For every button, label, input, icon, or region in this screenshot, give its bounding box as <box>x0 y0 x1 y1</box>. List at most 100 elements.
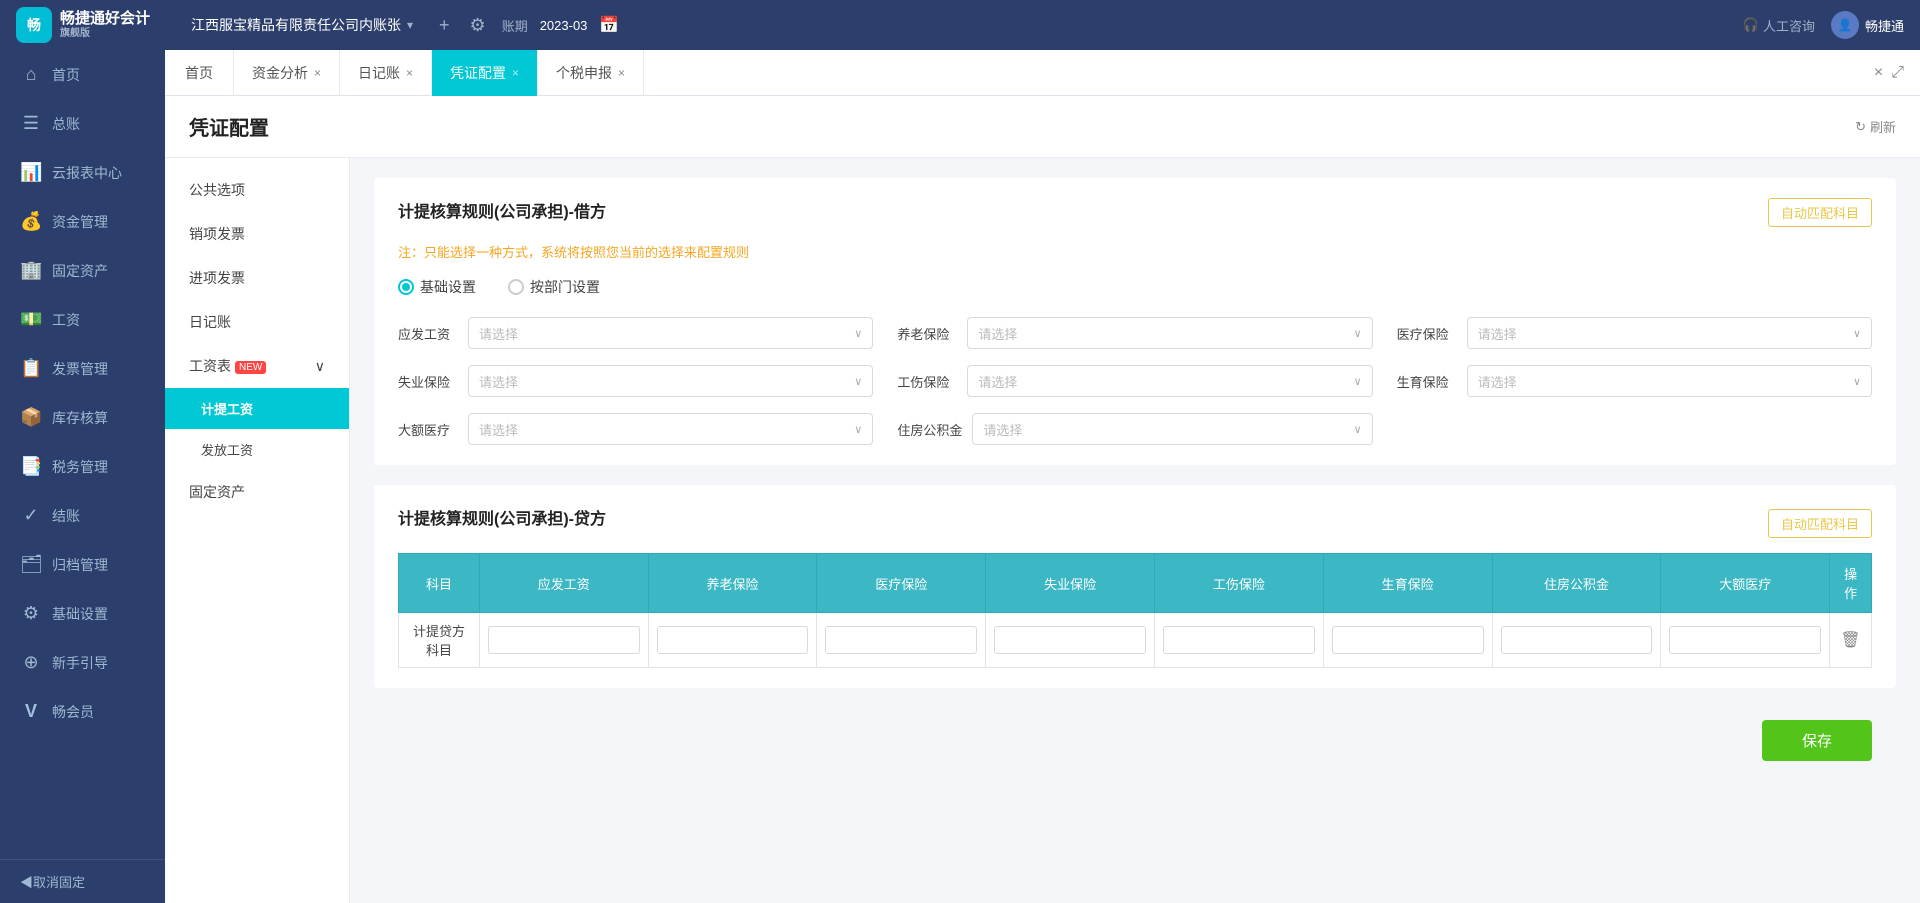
field-injury: 工伤保险 请选择 ∨ <box>897 365 1372 397</box>
cell-injury-input[interactable] <box>1155 613 1324 668</box>
sidebar-label-assets: 固定资产 <box>52 261 108 281</box>
sidebar-item-home[interactable]: ⌂ 首页 <box>0 50 165 99</box>
tab-diary[interactable]: 日记账 × <box>340 50 432 96</box>
field-maternity: 生育保险 请选择 ∨ <box>1397 365 1872 397</box>
sidebar-item-inventory[interactable]: 📦 库存核算 <box>0 393 165 442</box>
sidebar-item-ledger[interactable]: ☰ 总账 <box>0 99 165 148</box>
field-housing-fund: 住房公积金 请选择 ∨ <box>897 413 1372 445</box>
form-grid: 应发工资 请选择 ∨ 养老保险 请选择 ∨ <box>398 317 1872 445</box>
sidebar-item-fund[interactable]: 💰 资金管理 <box>0 197 165 246</box>
tab-fund-analysis-close[interactable]: × <box>314 66 321 80</box>
col-gross: 应发工资 <box>479 554 648 613</box>
menu-item-fixed-assets[interactable]: 固定资产 <box>165 470 349 514</box>
debit-auto-match-button[interactable]: 自动匹配科目 <box>1768 198 1872 227</box>
company-selector[interactable]: 江西服宝精品有限责任公司内账张 ▾ <box>181 11 423 39</box>
sidebar-item-archive[interactable]: 🗂 归档管理 <box>0 540 165 589</box>
main-layout: ⌂ 首页 ☰ 总账 📊 云报表中心 💰 资金管理 🏢 固定资产 💵 工资 📋 发… <box>0 50 1920 903</box>
tab-fund-analysis-label: 资金分析 <box>252 63 308 83</box>
sidebar-item-close[interactable]: ✓ 结账 <box>0 491 165 540</box>
refresh-button[interactable]: ↻ 刷新 <box>1855 117 1896 136</box>
select-medical[interactable]: 请选择 ∨ <box>1467 317 1872 349</box>
menu-sub-item-accrual[interactable]: 计提工资 <box>165 388 349 429</box>
input-pension[interactable] <box>657 626 809 654</box>
tab-bar: 首页 资金分析 × 日记账 × 凭证配置 × 个税申报 × × ⤢ <box>165 50 1920 96</box>
sidebar-item-invoice[interactable]: 📋 发票管理 <box>0 344 165 393</box>
tab-home-label: 首页 <box>185 63 213 83</box>
input-injury[interactable] <box>1163 626 1315 654</box>
sidebar-item-salary[interactable]: 💵 工资 <box>0 295 165 344</box>
cell-major-medical-input[interactable] <box>1661 613 1830 668</box>
sidebar-label-guide: 新手引导 <box>52 653 108 673</box>
input-maternity[interactable] <box>1332 626 1484 654</box>
avatar: 👤 <box>1831 11 1859 39</box>
menu-item-diary[interactable]: 日记账 <box>165 300 349 344</box>
select-pension[interactable]: 请选择 ∨ <box>967 317 1372 349</box>
save-button[interactable]: 保存 <box>1762 720 1872 761</box>
sidebar-label-archive: 归档管理 <box>52 555 108 575</box>
headset-icon: 🎧 <box>1743 17 1759 33</box>
select-major-medical[interactable]: 请选择 ∨ <box>468 413 873 445</box>
cell-pension-input[interactable] <box>648 613 817 668</box>
cell-maternity-input[interactable] <box>1323 613 1492 668</box>
sidebar-label-salary: 工资 <box>52 310 80 330</box>
sidebar-item-assets[interactable]: 🏢 固定资产 <box>0 246 165 295</box>
menu-item-public[interactable]: 公共选项 <box>165 168 349 212</box>
select-injury[interactable]: 请选择 ∨ <box>967 365 1372 397</box>
sidebar-item-tax[interactable]: 📑 税务管理 <box>0 442 165 491</box>
cancel-fix-button[interactable]: ◀取消固定 <box>0 859 165 903</box>
company-name: 江西服宝精品有限责任公司内账张 <box>191 15 401 35</box>
tab-voucher-config-close[interactable]: × <box>512 66 519 80</box>
settings-icon[interactable]: ⚙ <box>466 11 490 40</box>
delete-row-icon[interactable]: 🗑 <box>1840 632 1860 649</box>
chevron-medical-icon: ∨ <box>1853 327 1861 340</box>
chevron-down-icon: ▾ <box>407 18 413 32</box>
add-button[interactable]: + <box>435 11 454 40</box>
select-gross-salary[interactable]: 请选择 ∨ <box>468 317 873 349</box>
input-housing[interactable] <box>1501 626 1653 654</box>
calendar-icon[interactable]: 📅 <box>599 15 619 35</box>
credit-auto-match-button[interactable]: 自动匹配科目 <box>1768 509 1872 538</box>
tab-tax-close[interactable]: × <box>618 66 625 80</box>
left-menu: 公共选项 销项发票 进项发票 日记账 工资表NEW ∨ 计提工资 发放工资 固定… <box>165 158 350 903</box>
menu-item-sales-invoice[interactable]: 销项发票 <box>165 212 349 256</box>
content-area: 首页 资金分析 × 日记账 × 凭证配置 × 个税申报 × × ⤢ <box>165 50 1920 903</box>
home-icon: ⌂ <box>20 64 42 85</box>
cell-unemployment-input[interactable] <box>986 613 1155 668</box>
sidebar-item-vip[interactable]: V 畅会员 <box>0 687 165 736</box>
tab-fund-analysis[interactable]: 资金分析 × <box>234 50 340 96</box>
tab-diary-close[interactable]: × <box>406 66 413 80</box>
cancel-fix-label: ◀取消固定 <box>20 872 85 891</box>
menu-group-payroll-header[interactable]: 工资表NEW ∨ <box>165 344 349 388</box>
cell-medical-input[interactable] <box>817 613 986 668</box>
select-housing-fund[interactable]: 请选择 ∨ <box>972 413 1372 445</box>
tab-voucher-config[interactable]: 凭证配置 × <box>432 50 538 96</box>
menu-sub-item-pay[interactable]: 发放工资 <box>165 429 349 470</box>
sidebar-item-report[interactable]: 📊 云报表中心 <box>0 148 165 197</box>
menu-item-purchase-invoice[interactable]: 进项发票 <box>165 256 349 300</box>
radio-dept[interactable]: 按部门设置 <box>508 277 600 297</box>
cell-delete[interactable]: 🗑 <box>1830 613 1872 668</box>
expand-button[interactable]: ⤢ <box>1891 64 1904 82</box>
sidebar-label-close: 结账 <box>52 506 80 526</box>
cell-housing-input[interactable] <box>1492 613 1661 668</box>
user-area[interactable]: 👤 畅捷通 <box>1831 11 1904 39</box>
close-all-button[interactable]: × <box>1874 64 1883 82</box>
select-maternity[interactable]: 请选择 ∨ <box>1467 365 1872 397</box>
sidebar-item-basic[interactable]: ⚙ 基础设置 <box>0 589 165 638</box>
sidebar-item-guide[interactable]: ⊕ 新手引导 <box>0 638 165 687</box>
save-bar: 保存 <box>374 708 1896 773</box>
col-action: 操作 <box>1830 554 1872 613</box>
input-major-medical[interactable] <box>1669 626 1821 654</box>
radio-basic[interactable]: 基础设置 <box>398 277 476 297</box>
cell-gross-input[interactable] <box>479 613 648 668</box>
input-gross[interactable] <box>488 626 640 654</box>
tab-tax[interactable]: 个税申报 × <box>538 50 644 96</box>
input-unemployment[interactable] <box>994 626 1146 654</box>
tab-home[interactable]: 首页 <box>165 50 234 96</box>
select-unemployment[interactable]: 请选择 ∨ <box>468 365 873 397</box>
service-button[interactable]: 🎧 人工咨询 <box>1743 16 1815 35</box>
input-medical[interactable] <box>825 626 977 654</box>
logo-title: 畅捷通好会计 <box>60 10 150 28</box>
invoice-icon: 📋 <box>20 358 42 379</box>
field-pension: 养老保险 请选择 ∨ <box>897 317 1372 349</box>
